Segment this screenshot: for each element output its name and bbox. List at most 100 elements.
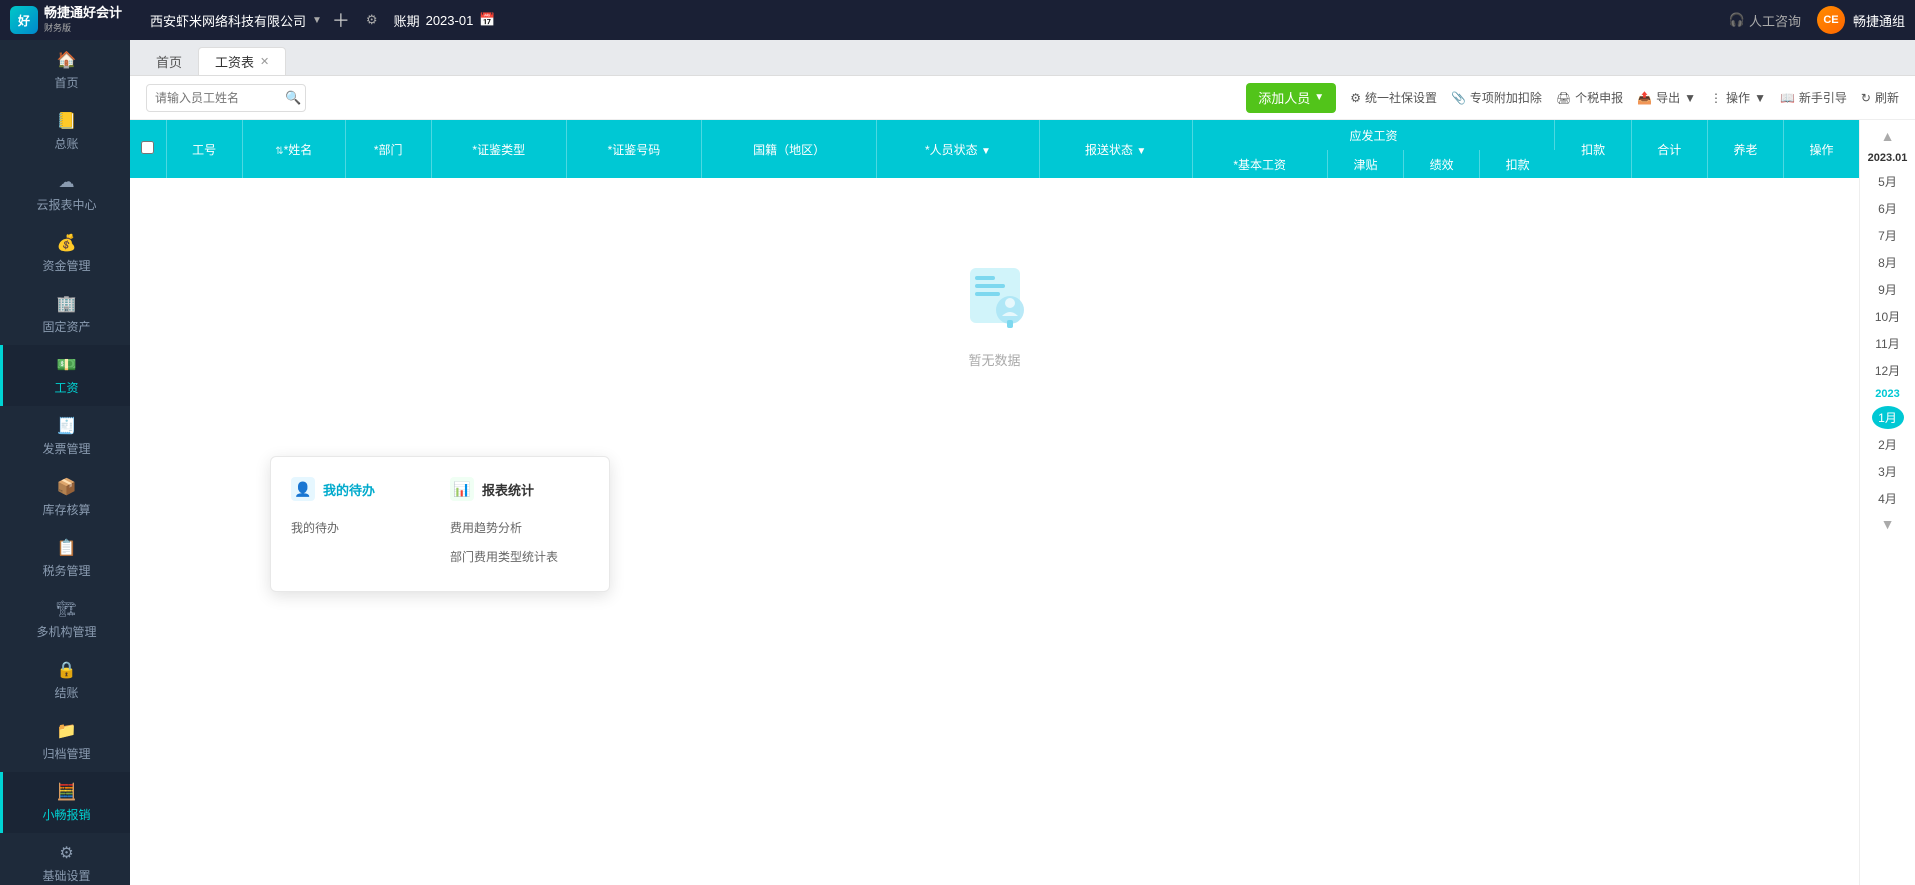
logo-area: 好 畅捷通好会计 财务版 [10,6,140,34]
sidebar-item-multi[interactable]: 🏗 多机构管理 [0,589,130,650]
tax-declare-icon: 🖨 [1556,91,1571,105]
filter-icon-report: ▼ [1136,146,1146,157]
th-dept: *部门 [345,120,431,178]
operations-icon: ⋮ [1710,91,1722,105]
popup-report-title[interactable]: 📊 报表统计 [450,477,589,501]
month-item-6[interactable]: 6月 [1860,195,1915,222]
user-area[interactable]: CE 畅捷通组 [1817,6,1905,34]
asset-icon: 🏢 [57,294,77,314]
month-item-1[interactable]: 1月 [1872,406,1904,429]
month-item-12[interactable]: 12月 [1860,357,1915,384]
month-nav-down[interactable]: ▼ [1877,512,1899,536]
inventory-icon: 📦 [57,477,77,497]
add-button[interactable]: ＋ [332,7,350,33]
month-item-7[interactable]: 7月 [1860,222,1915,249]
month-item-3[interactable]: 3月 [1860,458,1915,485]
action-special-deduct[interactable]: 📎 专项附加扣除 [1451,89,1542,106]
popup-item-mytodo[interactable]: 我的待办 [291,513,430,542]
sidebar-item-close[interactable]: 🔒 结账 [0,650,130,711]
sidebar-item-asset[interactable]: 🏢 固定资产 [0,284,130,345]
month-item-5[interactable]: 5月 [1860,168,1915,195]
sidebar-label-ledger: 总账 [54,135,78,152]
sidebar-label-close: 结账 [54,684,78,701]
filter-icon-person: ▼ [981,146,991,157]
sidebar-item-cloud[interactable]: ☁ 云报表中心 [0,162,130,223]
service-label: 人工咨询 [1749,11,1801,30]
select-all-checkbox[interactable] [141,141,154,154]
sidebar-label-cloud: 云报表中心 [36,196,96,213]
social-security-icon: ⚙ [1350,91,1361,105]
sidebar-item-salary[interactable]: 💵 工资 [0,345,130,406]
action-social-security[interactable]: ⚙ 统一社保设置 [1350,89,1437,106]
header-right: 🎧 人工咨询 CE 畅捷通组 [1729,6,1905,34]
header-actions: ＋ ⚙ 账期 2023-01 📅 [332,7,496,33]
page-content: 🔍 添加人员 ▼ ⚙ 统一社保设置 📎 专项附加扣除 [130,76,1915,885]
popup-item-label: 我的待办 [291,521,339,535]
export-icon: 📤 [1637,91,1652,105]
sidebar-item-settings[interactable]: ⚙ 基础设置 [0,833,130,885]
month-item-11[interactable]: 11月 [1860,330,1915,357]
month-nav-up[interactable]: ▲ [1877,124,1899,148]
th-wage-group: 应发工资 [1192,120,1555,150]
top-header: 好 畅捷通好会计 财务版 西安虾米网络科技有限公司 ▼ ＋ ⚙ 账期 2023-… [0,0,1915,40]
th-allowance: 津贴 [1327,150,1403,178]
sidebar-item-ledger[interactable]: 📒 总账 [0,101,130,162]
sidebar-item-archive[interactable]: 📁 归档管理 [0,711,130,772]
month-year-label: 2023.01 [1866,148,1910,168]
tax-icon: 📋 [57,538,77,558]
app-subtitle: 财务版 [44,21,122,34]
action-label: 专项附加扣除 [1470,89,1542,106]
sidebar-item-inventory[interactable]: 📦 库存核算 [0,467,130,528]
empty-text: 暂无数据 [968,350,1020,369]
th-name[interactable]: ⇅*姓名 [242,120,345,178]
th-total: 合计 [1631,120,1707,178]
fund-icon: 💰 [57,233,77,253]
popup-item-label: 部门费用类型统计表 [450,550,558,564]
th-person-status[interactable]: *人员状态 ▼ [877,120,1040,178]
tab-salary-table[interactable]: 工资表 ✕ [198,47,286,75]
tab-close-icon[interactable]: ✕ [260,55,269,68]
search-wrap[interactable]: 🔍 [146,84,306,112]
service-button[interactable]: 🎧 人工咨询 [1729,11,1801,30]
th-actions: 操作 [1784,120,1859,178]
action-guide[interactable]: 📖 新手引导 [1780,89,1847,106]
tab-home[interactable]: 首页 [140,47,198,75]
settings-icon[interactable]: ⚙ [366,12,378,28]
company-selector[interactable]: 西安虾米网络科技有限公司 ▼ [140,11,332,30]
sidebar-item-invoice[interactable]: 🧾 发票管理 [0,406,130,467]
action-export[interactable]: 📤 导出 ▼ [1637,89,1696,106]
popup-item-label: 费用趋势分析 [450,521,522,535]
month-item-9[interactable]: 9月 [1860,276,1915,303]
month-item-2[interactable]: 2月 [1860,431,1915,458]
calendar-icon[interactable]: 📅 [479,12,495,28]
sidebar-item-tax[interactable]: 📋 税务管理 [0,528,130,589]
search-icon[interactable]: 🔍 [285,90,301,106]
sidebar-item-xiaochang[interactable]: 🧮 小畅报销 [0,772,130,833]
th-report-status[interactable]: 报送状态 ▼ [1039,120,1192,178]
cloud-icon: ☁ [59,172,75,192]
th-bonus: 绩效 [1404,150,1480,178]
logo-icon: 好 [10,6,38,34]
th-checkbox[interactable] [130,120,166,178]
action-refresh[interactable]: ↻ 刷新 [1861,89,1899,106]
month-item-10[interactable]: 10月 [1860,303,1915,330]
add-person-button[interactable]: 添加人员 ▼ [1246,83,1336,113]
archive-icon: 📁 [57,721,77,741]
search-input[interactable] [155,91,285,105]
popup-todo-title[interactable]: 👤 我的待办 [291,477,430,501]
period-area: 账期 2023-01 📅 [394,11,496,30]
action-tax-declare[interactable]: 🖨 个税申报 [1556,89,1623,106]
todo-icon: 👤 [291,477,315,501]
month-item-8[interactable]: 8月 [1860,249,1915,276]
popup-item-dept-stats[interactable]: 部门费用类型统计表 [450,542,589,571]
sidebar-item-home[interactable]: 🏠 首页 [0,40,130,101]
dropdown-popup: 👤 我的待办 我的待办 📊 报表统计 费用趋势分析 [270,456,610,592]
report-title-label: 报表统计 [482,480,534,499]
tab-home-label: 首页 [156,52,182,71]
sidebar-item-fund[interactable]: 💰 资金管理 [0,223,130,284]
gear-icon: ⚙ [59,843,73,863]
popup-item-trend[interactable]: 费用趋势分析 [450,513,589,542]
avatar: CE [1817,6,1845,34]
action-operations[interactable]: ⋮ 操作 ▼ [1710,89,1766,106]
month-item-4[interactable]: 4月 [1860,485,1915,512]
